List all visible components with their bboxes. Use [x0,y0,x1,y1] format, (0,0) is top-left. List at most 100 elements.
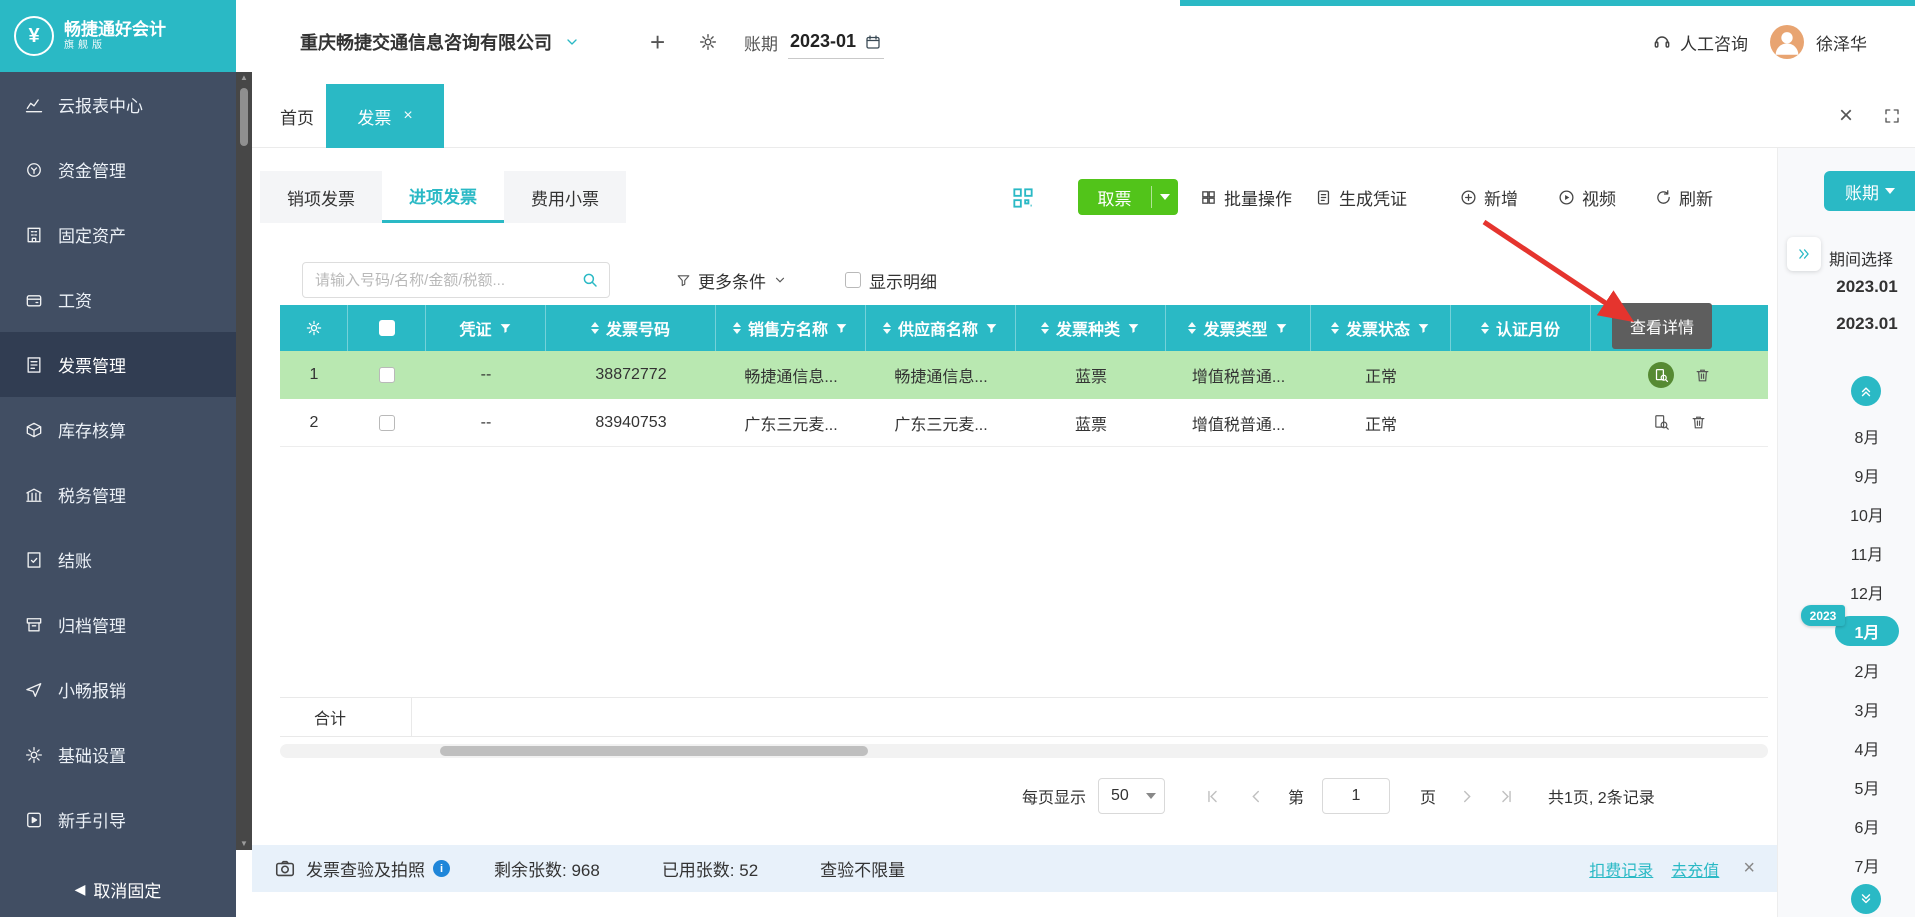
select-all-checkbox[interactable] [378,320,395,336]
header-invoice-kind[interactable]: 发票种类 [1016,305,1166,351]
header-cert-month[interactable]: 认证月份 [1451,305,1591,351]
select-all-header[interactable] [348,305,426,351]
scroll-months-up-button[interactable] [1851,376,1881,406]
sidebar-unpin-button[interactable]: ◀ 取消固定 [0,861,236,917]
table-row[interactable]: 2 -- 83940753 广东三元麦... 广东三元麦... 蓝票 增值税普通… [280,399,1768,447]
scrollbar-thumb[interactable] [240,88,248,146]
scroll-months-down-button[interactable] [1851,884,1881,914]
month-option[interactable]: 5月 [1818,767,1915,806]
sort-icon[interactable] [1040,322,1049,334]
get-invoice-button[interactable]: 取票 [1078,179,1178,215]
sidebar-item-settings[interactable]: 基础设置 [0,722,236,787]
month-option[interactable]: 3月 [1818,689,1915,728]
settings-gear-button[interactable] [698,0,718,84]
add-new-button[interactable]: 新增 [1460,179,1518,215]
sort-icon[interactable] [882,322,891,334]
view-details-button[interactable] [1648,362,1674,388]
scroll-up-arrow-icon[interactable]: ▲ [236,72,252,84]
video-button[interactable]: 视频 [1558,179,1616,215]
header-invoice-status[interactable]: 发票状态 [1311,305,1451,351]
header-voucher[interactable]: 凭证 [426,305,546,351]
scroll-down-arrow-icon[interactable]: ▼ [236,838,252,850]
fullscreen-button[interactable] [1883,84,1901,148]
filter-funnel-icon[interactable] [985,322,998,335]
search-icon[interactable] [581,271,599,289]
sidebar-item-fixed-assets[interactable]: 固定资产 [0,202,236,267]
column-settings-button[interactable] [280,305,348,351]
period-button[interactable]: 账期 [1824,171,1915,211]
header-invoice-type[interactable]: 发票类型 [1166,305,1311,351]
header-seller[interactable]: 销售方名称 [716,305,866,351]
sort-icon[interactable] [590,322,599,334]
horizontal-scrollbar[interactable] [280,744,1768,758]
filter-funnel-icon[interactable] [1127,322,1140,335]
sidebar-item-funds[interactable]: 资金管理 [0,137,236,202]
header-invoice-number[interactable]: 发票号码 [546,305,716,351]
month-option[interactable]: 6月 [1818,806,1915,845]
last-page-button[interactable] [1498,770,1515,822]
header-supplier[interactable]: 供应商名称 [866,305,1016,351]
qr-scan-button[interactable] [1010,185,1036,216]
scrollbar-thumb[interactable] [440,746,868,756]
subtab-sales-invoice[interactable]: 销项发票 [260,171,382,223]
filter-funnel-icon[interactable] [1275,322,1288,335]
generate-voucher-button[interactable]: 生成凭证 [1315,179,1407,215]
month-option[interactable]: 7月 [1818,845,1915,884]
delete-button[interactable] [1694,367,1711,384]
month-option[interactable]: 11月 [1818,533,1915,572]
month-option[interactable]: 4月 [1818,728,1915,767]
recharge-link[interactable]: 去充值 [1671,857,1719,881]
subtab-purchase-invoice[interactable]: 进项发票 [382,171,504,223]
search-input[interactable] [315,271,573,289]
sidebar-item-salary[interactable]: 工资 [0,267,236,332]
add-account-button[interactable]: + [650,0,665,84]
more-conditions-button[interactable]: 更多条件 [676,262,787,298]
row-checkbox[interactable] [379,367,395,383]
next-page-button[interactable] [1458,770,1475,822]
subtab-expense-receipt[interactable]: 费用小票 [504,171,626,223]
tab-home[interactable]: 首页 [280,84,314,148]
prev-page-button[interactable] [1248,770,1265,822]
close-bar-button[interactable]: × [1743,857,1755,880]
filter-funnel-icon[interactable] [835,322,848,335]
page-number-input[interactable] [1322,778,1390,814]
view-details-button[interactable] [1653,414,1670,431]
month-option[interactable]: 9月 [1818,455,1915,494]
get-invoice-dropdown[interactable] [1152,189,1178,205]
tab-invoice[interactable]: 发票 × [326,84,444,148]
period-value-picker[interactable]: 2023-01 [788,25,885,59]
sort-icon[interactable] [1188,322,1197,334]
table-row[interactable]: 1 -- 38872772 畅捷通信息... 畅捷通信息... 蓝票 增值税普通… [280,351,1768,399]
fee-log-link[interactable]: 扣费记录 [1589,857,1653,881]
user-name[interactable]: 徐泽华 [1816,30,1867,55]
sort-icon[interactable] [1480,322,1489,334]
sidebar-scrollbar[interactable]: ▲ ▼ [236,72,252,850]
sidebar-item-reimburse[interactable]: 小畅报销 [0,657,236,722]
month-option[interactable]: 2月 [1818,650,1915,689]
delete-button[interactable] [1690,414,1707,431]
close-tab-icon[interactable]: × [403,107,412,125]
user-avatar[interactable] [1770,25,1804,59]
row-checkbox[interactable] [379,414,395,431]
sort-icon[interactable] [732,322,741,334]
collapse-panel-button[interactable] [1787,237,1821,271]
filter-funnel-icon[interactable] [499,322,512,335]
sidebar-item-tax[interactable]: 税务管理 [0,462,236,527]
show-detail-toggle[interactable]: 显示明细 [845,262,937,298]
first-page-button[interactable] [1204,770,1221,822]
close-workspace-button[interactable]: × [1839,84,1853,148]
sidebar-item-archive[interactable]: 归档管理 [0,592,236,657]
month-option[interactable]: 8月 [1818,416,1915,455]
sidebar-item-invoice[interactable]: 发票管理 [0,332,236,397]
info-icon[interactable]: i [433,860,450,877]
sort-icon[interactable] [1330,322,1339,334]
sidebar-item-cloud-reports[interactable]: 云报表中心 [0,72,236,137]
show-detail-checkbox[interactable] [845,272,861,288]
sidebar-item-closing[interactable]: 结账 [0,527,236,592]
month-option[interactable]: 10月 [1818,494,1915,533]
filter-funnel-icon[interactable] [1417,322,1430,335]
per-page-select[interactable]: 50 [1098,778,1165,814]
period-to-date[interactable]: 2023.01 [1818,314,1915,334]
sidebar-item-guide[interactable]: 新手引导 [0,787,236,852]
sidebar-item-inventory[interactable]: 库存核算 [0,397,236,462]
